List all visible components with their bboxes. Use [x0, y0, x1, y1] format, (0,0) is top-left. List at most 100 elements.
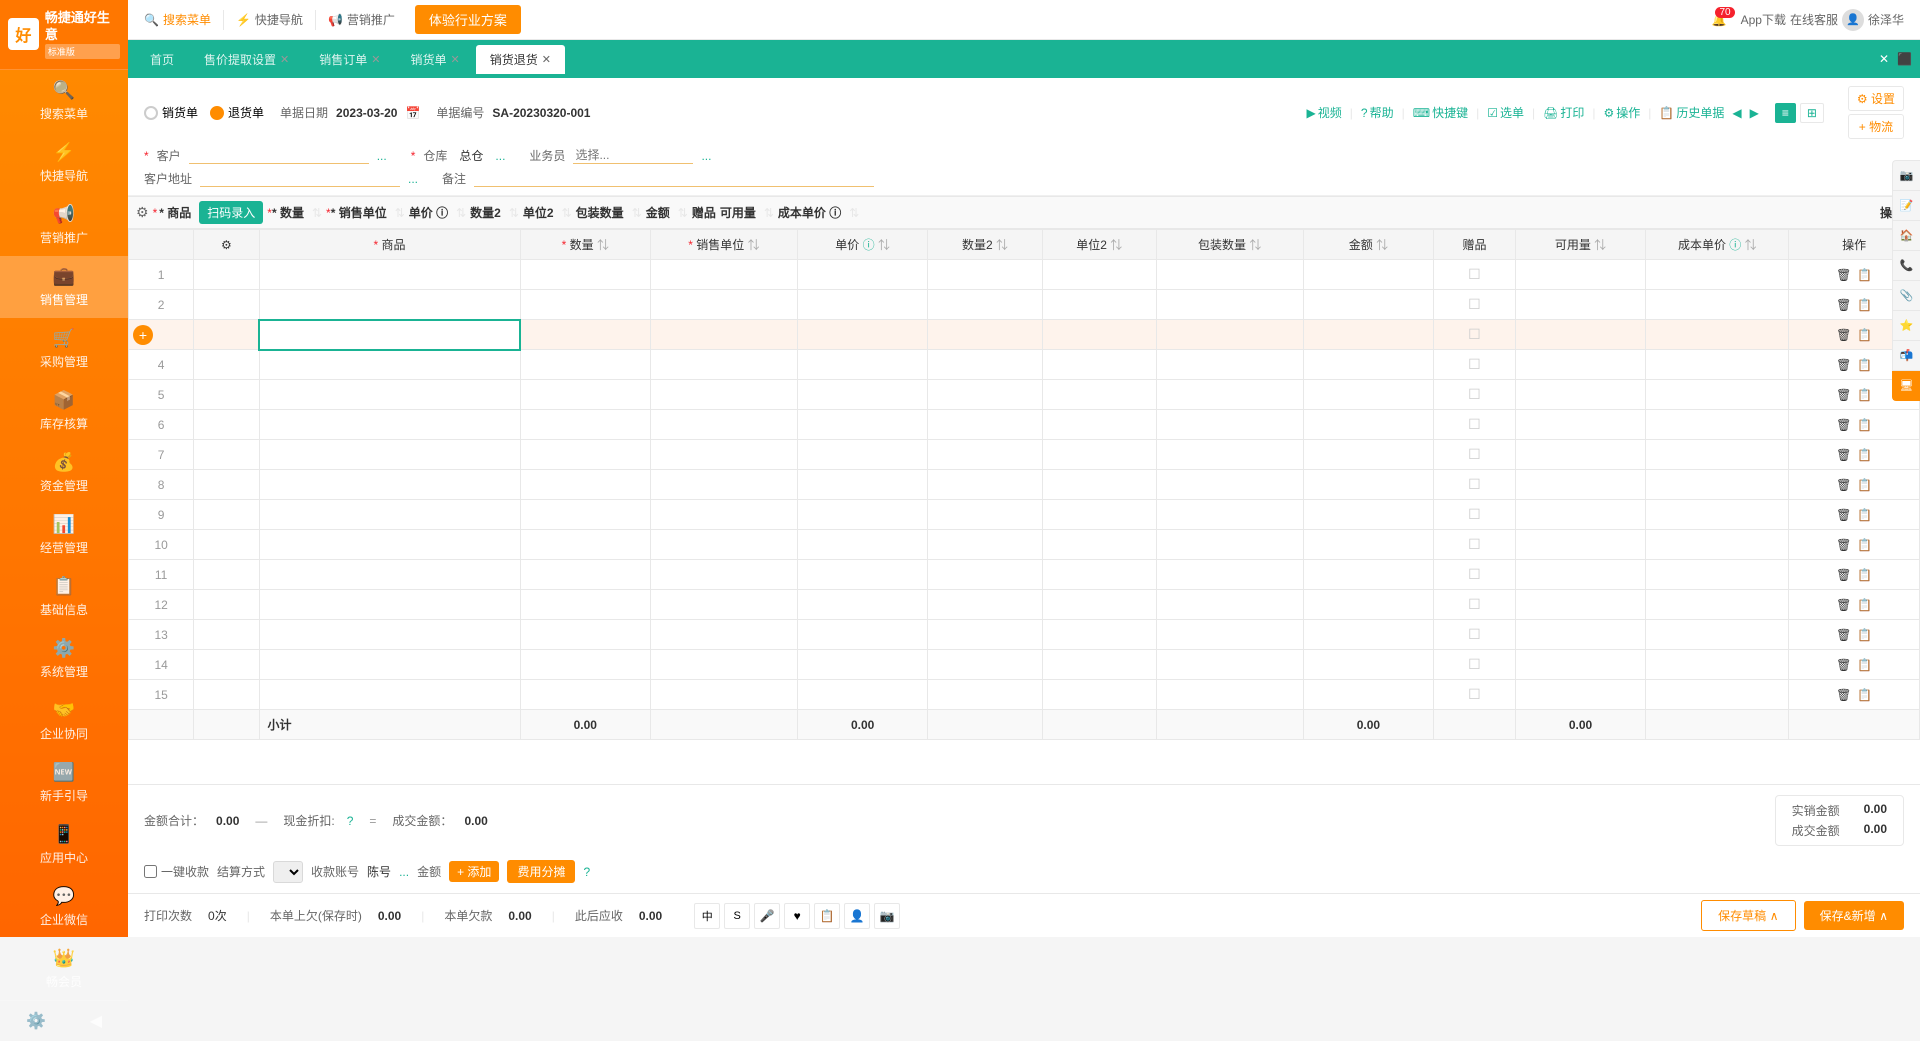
delete-icon[interactable]: 🗑: [1836, 658, 1851, 672]
row-gift[interactable]: ☐: [1434, 260, 1516, 290]
delete-icon[interactable]: 🗑: [1836, 358, 1851, 372]
delete-icon[interactable]: 🗑: [1836, 538, 1851, 552]
delete-icon[interactable]: 🗑: [1836, 478, 1851, 492]
delete-icon[interactable]: 🗑: [1836, 508, 1851, 522]
sort-icon4[interactable]: ⇅: [996, 238, 1008, 252]
copy-icon[interactable]: 📋: [1857, 658, 1872, 672]
copy-icon[interactable]: 📋: [1857, 688, 1872, 702]
online-service-link[interactable]: 在线客服: [1790, 11, 1838, 28]
sidebar-item-enterprise[interactable]: 🤝 企业协同: [0, 690, 128, 752]
bottom-icon-person[interactable]: 👤: [844, 903, 870, 929]
sort-icon9[interactable]: ⇅: [1745, 238, 1757, 252]
operate-btn[interactable]: ⚙操作: [1603, 104, 1640, 121]
copy-icon[interactable]: 📋: [1857, 268, 1872, 282]
copy-icon[interactable]: 📋: [1857, 538, 1872, 552]
experience-button[interactable]: 体验行业方案: [415, 5, 521, 34]
bottom-icon-clip[interactable]: 📋: [814, 903, 840, 929]
copy-icon[interactable]: 📋: [1857, 478, 1872, 492]
select-btn[interactable]: ☑选单: [1487, 104, 1524, 121]
delete-icon[interactable]: 🗑: [1836, 388, 1851, 402]
tab-sales[interactable]: 销货单 ✕: [396, 45, 473, 74]
account-dots[interactable]: ...: [399, 865, 409, 879]
delete-icon[interactable]: 🗑: [1836, 298, 1851, 312]
row-qty2[interactable]: [928, 260, 1042, 290]
sidebar-item-basic[interactable]: 📋 基础信息: [0, 566, 128, 628]
save-draft-button[interactable]: 保存草稿 ∧: [1701, 900, 1795, 931]
marketing-nav[interactable]: 📢 营销推广: [328, 11, 395, 28]
sidebar-item-operation[interactable]: 📊 经营管理: [0, 504, 128, 566]
customer-picker-icon[interactable]: ...: [377, 149, 387, 163]
right-float-btn1[interactable]: 📷: [1892, 160, 1920, 191]
user-info[interactable]: 👤 徐泽华: [1842, 9, 1904, 31]
calendar-icon[interactable]: 📅: [405, 106, 420, 120]
fee-help-icon[interactable]: ?: [583, 865, 590, 879]
collapse-icon[interactable]: ◀: [90, 1011, 102, 1031]
delete-icon[interactable]: 🗑: [1836, 568, 1851, 582]
sidebar-item-sales[interactable]: 💼 销售管理: [0, 256, 128, 318]
tab-sale-price[interactable]: 售价提取设置 ✕: [190, 45, 303, 74]
sidebar-item-search[interactable]: 🔍 搜索菜单: [0, 70, 128, 132]
nav-next-btn[interactable]: ▶: [1750, 106, 1759, 120]
shortcut-btn[interactable]: ⌨快捷键: [1413, 104, 1468, 121]
shortcut-nav[interactable]: ⚡ 快捷导航: [236, 11, 303, 28]
row-sales-unit[interactable]: [651, 260, 798, 290]
row-gift[interactable]: ☐: [1434, 320, 1516, 350]
right-float-btn6[interactable]: ⭐: [1892, 311, 1920, 341]
fee-split-button[interactable]: 费用分摊: [507, 860, 575, 883]
tab-close-icon[interactable]: ✕: [451, 53, 460, 66]
sort-icon3[interactable]: ⇅: [878, 238, 890, 252]
app-download-link[interactable]: App下载: [1741, 11, 1786, 28]
nav-prev-btn[interactable]: ◀: [1732, 106, 1741, 120]
one-click-pay-checkbox[interactable]: 一键收款: [144, 863, 209, 880]
copy-icon[interactable]: 📋: [1857, 358, 1872, 372]
delete-icon[interactable]: 🗑: [1836, 418, 1851, 432]
sort-icon8[interactable]: ⇅: [1594, 238, 1606, 252]
copy-icon[interactable]: 📋: [1857, 328, 1872, 342]
tab-sales-order[interactable]: 销售订单 ✕: [305, 45, 394, 74]
sidebar-item-inventory[interactable]: 📦 库存核算: [0, 380, 128, 442]
salesperson-picker-icon[interactable]: ...: [701, 149, 711, 163]
right-float-btn5[interactable]: 📎: [1892, 281, 1920, 311]
copy-icon[interactable]: 📋: [1857, 568, 1872, 582]
search-menu[interactable]: 🔍 搜索菜单: [144, 11, 211, 28]
history-btn[interactable]: 📋历史单据: [1659, 104, 1724, 121]
help-btn[interactable]: ?帮助: [1361, 104, 1394, 121]
copy-icon[interactable]: 📋: [1857, 298, 1872, 312]
restore-window-icon[interactable]: ⬛: [1897, 52, 1912, 66]
tab-close-icon[interactable]: ✕: [371, 53, 380, 66]
salesperson-input[interactable]: [573, 147, 693, 164]
sort-icon7[interactable]: ⇅: [1376, 238, 1388, 252]
add-payment-button[interactable]: + 添加: [449, 861, 499, 882]
row-product[interactable]: [259, 260, 520, 290]
sort-icon[interactable]: ⇅: [597, 238, 609, 252]
sidebar-item-marketing[interactable]: 📢 营销推广: [0, 194, 128, 256]
row-quantity[interactable]: [520, 260, 651, 290]
radio-sales[interactable]: 销货单: [144, 104, 198, 121]
add-row-button[interactable]: +: [133, 325, 153, 345]
row-unit2[interactable]: [1042, 260, 1156, 290]
doc-date-value[interactable]: 2023-03-20: [336, 106, 397, 120]
sidebar-item-wechat[interactable]: 💬 企业微信: [0, 876, 128, 938]
close-tab-icon[interactable]: ✕: [1879, 52, 1889, 66]
video-btn[interactable]: ▶视频: [1307, 104, 1342, 121]
scan-button[interactable]: 扫码录入: [199, 201, 263, 224]
list-view-btn[interactable]: ≡: [1775, 103, 1796, 123]
sidebar-item-system[interactable]: ⚙️ 系统管理: [0, 628, 128, 690]
row-gift[interactable]: ☐: [1434, 290, 1516, 320]
save-new-button[interactable]: 保存&新增 ∧: [1804, 901, 1904, 930]
notification-bell[interactable]: 🔔 70: [1712, 13, 1727, 27]
delete-icon[interactable]: 🗑: [1836, 688, 1851, 702]
sort-icon5[interactable]: ⇅: [1110, 238, 1122, 252]
bottom-icon-heart[interactable]: ♥: [784, 903, 810, 929]
sort-icon2[interactable]: ⇅: [748, 238, 760, 252]
delete-icon[interactable]: 🗑: [1836, 598, 1851, 612]
settings-icon[interactable]: ⚙️: [26, 1011, 46, 1031]
right-float-btn8[interactable]: 🖥: [1892, 371, 1920, 401]
sort-icon6[interactable]: ⇅: [1249, 238, 1261, 252]
right-float-btn7[interactable]: 📬: [1892, 341, 1920, 371]
warehouse-picker-icon[interactable]: ...: [495, 149, 505, 163]
row-pack-qty[interactable]: [1156, 260, 1303, 290]
address-input[interactable]: [200, 170, 400, 187]
help-discount-icon[interactable]: ?: [347, 814, 354, 828]
settings-btn[interactable]: ⚙ 设置: [1848, 86, 1904, 111]
